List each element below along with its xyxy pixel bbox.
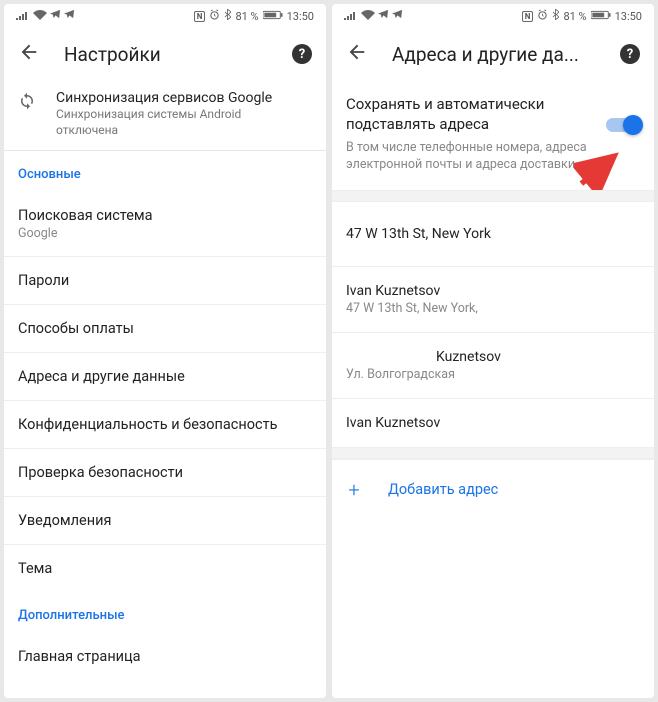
battery-icon [591,10,611,23]
address-name: Ivan Kuznetsov [346,283,640,299]
wifi-icon [361,10,375,23]
toggle-title: Сохранять и автоматически подставлять ад… [346,94,596,135]
back-icon[interactable] [18,41,40,67]
clock-text: 13:50 [287,10,314,23]
item-addresses[interactable]: Адреса и другие данные [4,352,326,400]
settings-list: Синхронизация сервисов Google Синхрониза… [4,80,326,698]
address-name: Kuznetsov [346,349,640,365]
item-theme[interactable]: Тема [4,544,326,592]
status-bar: N 81 % 13:50 [4,4,326,28]
battery-icon [263,10,283,23]
telegram-icon-2 [392,9,403,23]
address-line: Ул. Волгоградская [346,367,640,382]
help-icon[interactable]: ? [620,44,640,64]
add-address-button[interactable]: + Добавить адрес [332,459,654,520]
section-basic: Основные [4,151,326,192]
toggle-desc: В том числе телефонные номера, адреса эл… [346,139,596,174]
autofill-toggle-row: Сохранять и автоматически подставлять ад… [332,80,654,190]
alarm-icon [537,9,548,23]
right-screen: N 81 % 13:50 Адреса и другие да... ? Сох… [332,4,654,698]
wifi-icon [33,10,47,23]
sync-title: Синхронизация сервисов Google [56,90,272,106]
plus-icon: + [346,478,362,502]
address-item[interactable]: Ivan Kuznetsov 47 W 13th St, New York, [332,266,654,332]
item-sub: Google [18,226,312,241]
item-safety[interactable]: Проверка безопасности [4,448,326,496]
item-search-engine[interactable]: Поисковая система Google [4,192,326,256]
signal-icon [16,10,30,23]
left-screen: N 81 % 13:50 Настройки ? Синхрон [4,4,326,698]
add-label: Добавить адрес [388,481,498,498]
status-bar-r: N 81 % 13:50 [332,4,654,28]
page-title: Адреса и другие да... [392,43,596,66]
back-icon[interactable] [346,41,368,67]
autofill-toggle[interactable] [606,118,640,132]
address-line: 47 W 13th St, New York [346,226,640,242]
battery-text: 81 % [563,10,586,23]
item-privacy[interactable]: Конфиденциальность и безопасность [4,400,326,448]
sync-sub2: отключена [56,122,272,138]
item-notifications[interactable]: Уведомления [4,496,326,544]
item-homepage[interactable]: Главная страница [4,633,326,680]
app-bar: Настройки ? [4,28,326,80]
telegram-icon-2 [64,9,75,23]
item-passwords[interactable]: Пароли [4,256,326,304]
battery-text: 81 % [235,10,258,23]
alarm-icon [209,9,220,23]
sync-row[interactable]: Синхронизация сервисов Google Синхрониза… [4,80,326,150]
signal-icon [344,10,358,23]
telegram-icon [378,9,389,23]
bluetooth-icon [224,9,231,23]
nfc-icon: N [522,11,534,22]
clock-text: 13:50 [615,10,642,23]
item-payment[interactable]: Способы оплаты [4,304,326,352]
addresses-content: Сохранять и автоматически подставлять ад… [332,80,654,698]
address-item[interactable]: 47 W 13th St, New York [332,202,654,266]
app-bar-r: Адреса и другие да... ? [332,28,654,80]
sync-icon [18,92,38,114]
telegram-icon [50,9,61,23]
page-title: Настройки [64,43,268,66]
address-item[interactable]: Ivan Kuznetsov [332,398,654,447]
bluetooth-icon [552,9,559,23]
sync-sub1: Синхронизация системы Android [56,106,272,122]
section-extra: Дополнительные [4,592,326,633]
help-icon[interactable]: ? [292,44,312,64]
item-label: Поисковая система [18,207,312,224]
address-line: 47 W 13th St, New York, [346,301,640,316]
address-name: Ivan Kuznetsov [346,415,640,431]
address-item[interactable]: Kuznetsov Ул. Волгоградская [332,332,654,398]
nfc-icon: N [194,11,206,22]
